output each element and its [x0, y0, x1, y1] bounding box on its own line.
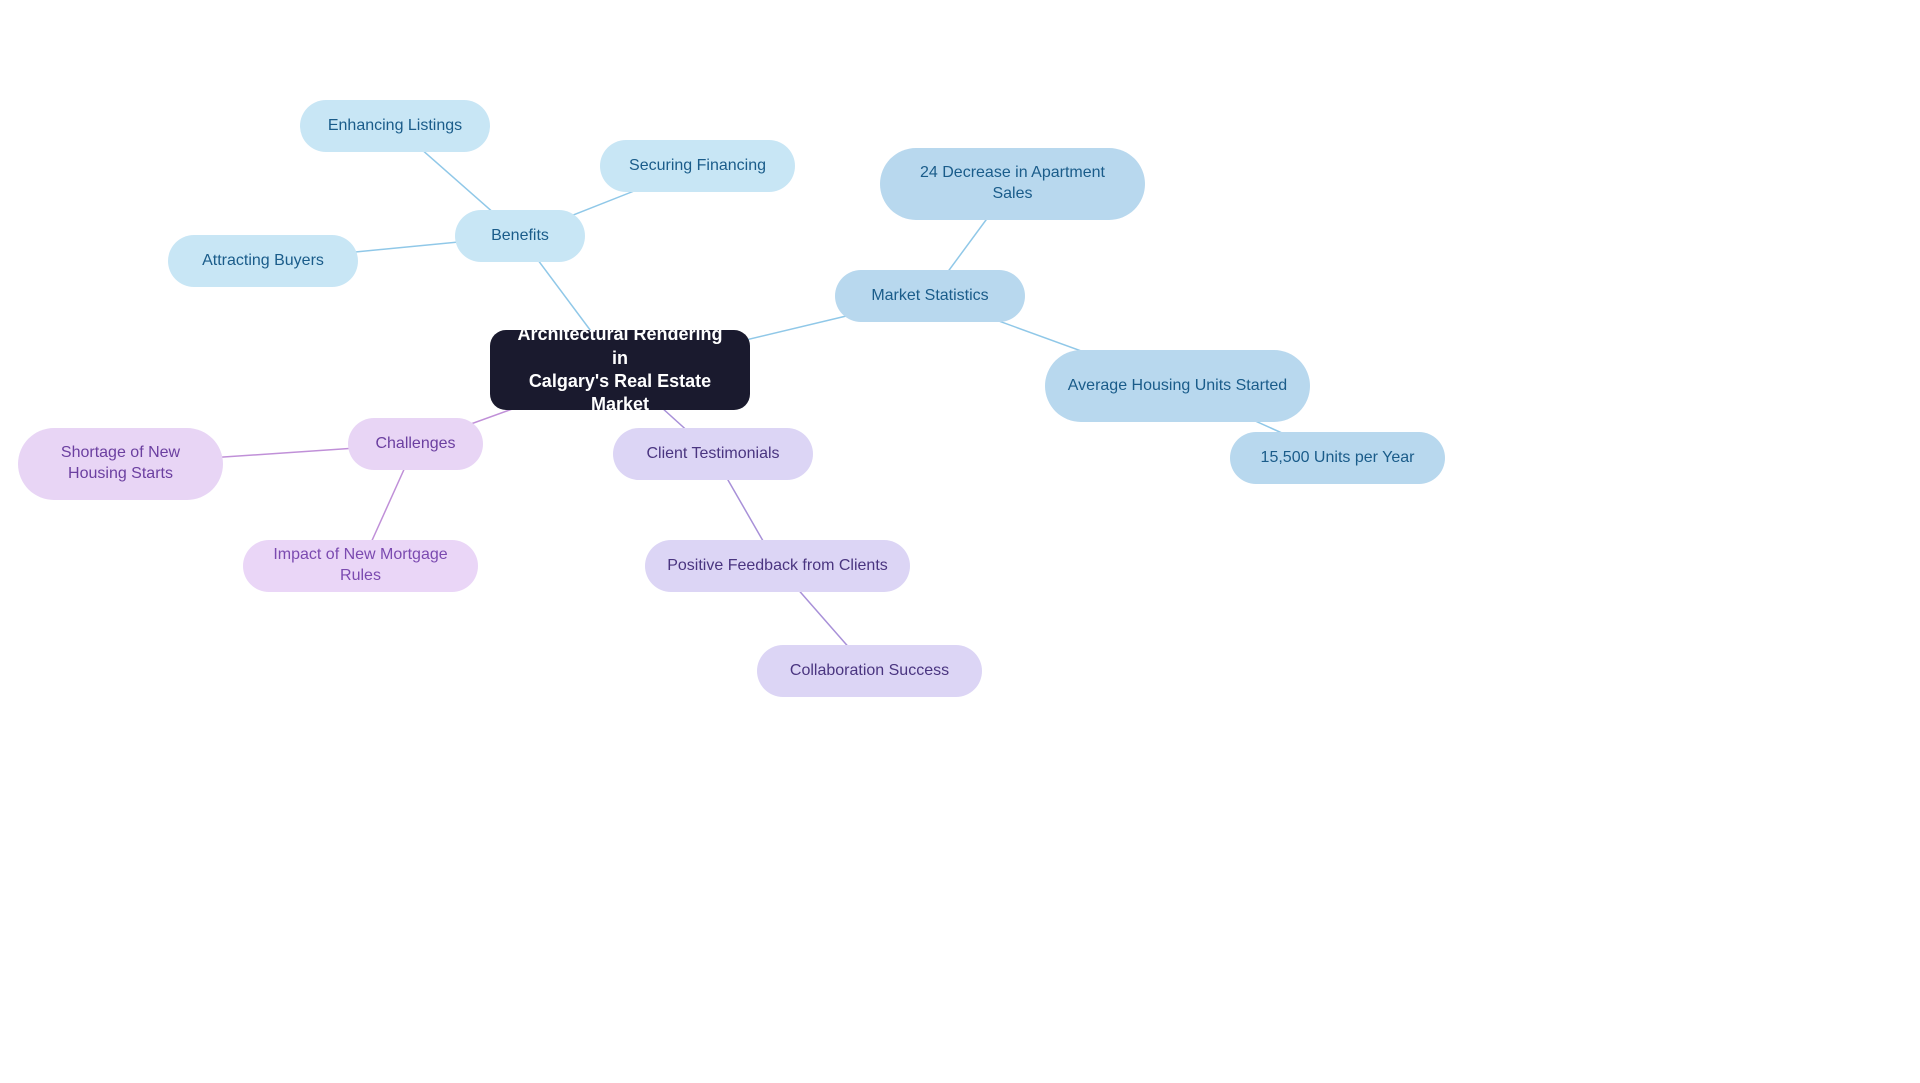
decrease-apartment-label: 24 Decrease in Apartment Sales	[900, 163, 1125, 205]
client-testimonials-node: Client Testimonials	[613, 428, 813, 480]
center-node: Architectural Rendering in Calgary's Rea…	[490, 330, 750, 410]
positive-feedback-node: Positive Feedback from Clients	[645, 540, 910, 592]
benefits-label: Benefits	[491, 226, 549, 247]
center-label: Architectural Rendering in Calgary's Rea…	[510, 323, 730, 417]
securing-financing-node: Securing Financing	[600, 140, 795, 192]
attracting-buyers-node: Attracting Buyers	[168, 235, 358, 287]
challenges-node: Challenges	[348, 418, 483, 470]
market-statistics-label: Market Statistics	[871, 286, 988, 307]
avg-housing-node: Average Housing Units Started	[1045, 350, 1310, 422]
benefits-node: Benefits	[455, 210, 585, 262]
market-statistics-node: Market Statistics	[835, 270, 1025, 322]
securing-financing-label: Securing Financing	[629, 156, 766, 177]
units-per-year-node: 15,500 Units per Year	[1230, 432, 1445, 484]
enhancing-listings-node: Enhancing Listings	[300, 100, 490, 152]
shortage-housing-node: Shortage of New Housing Starts	[18, 428, 223, 500]
units-per-year-label: 15,500 Units per Year	[1261, 448, 1415, 469]
attracting-buyers-label: Attracting Buyers	[202, 251, 324, 272]
enhancing-listings-label: Enhancing Listings	[328, 116, 462, 137]
avg-housing-label: Average Housing Units Started	[1068, 376, 1287, 397]
mortgage-rules-label: Impact of New Mortgage Rules	[263, 545, 458, 587]
collaboration-success-label: Collaboration Success	[790, 661, 949, 682]
collaboration-success-node: Collaboration Success	[757, 645, 982, 697]
mortgage-rules-node: Impact of New Mortgage Rules	[243, 540, 478, 592]
client-testimonials-label: Client Testimonials	[646, 444, 779, 465]
shortage-housing-label: Shortage of New Housing Starts	[38, 443, 203, 485]
decrease-apartment-node: 24 Decrease in Apartment Sales	[880, 148, 1145, 220]
positive-feedback-label: Positive Feedback from Clients	[667, 556, 888, 577]
challenges-label: Challenges	[375, 434, 455, 455]
